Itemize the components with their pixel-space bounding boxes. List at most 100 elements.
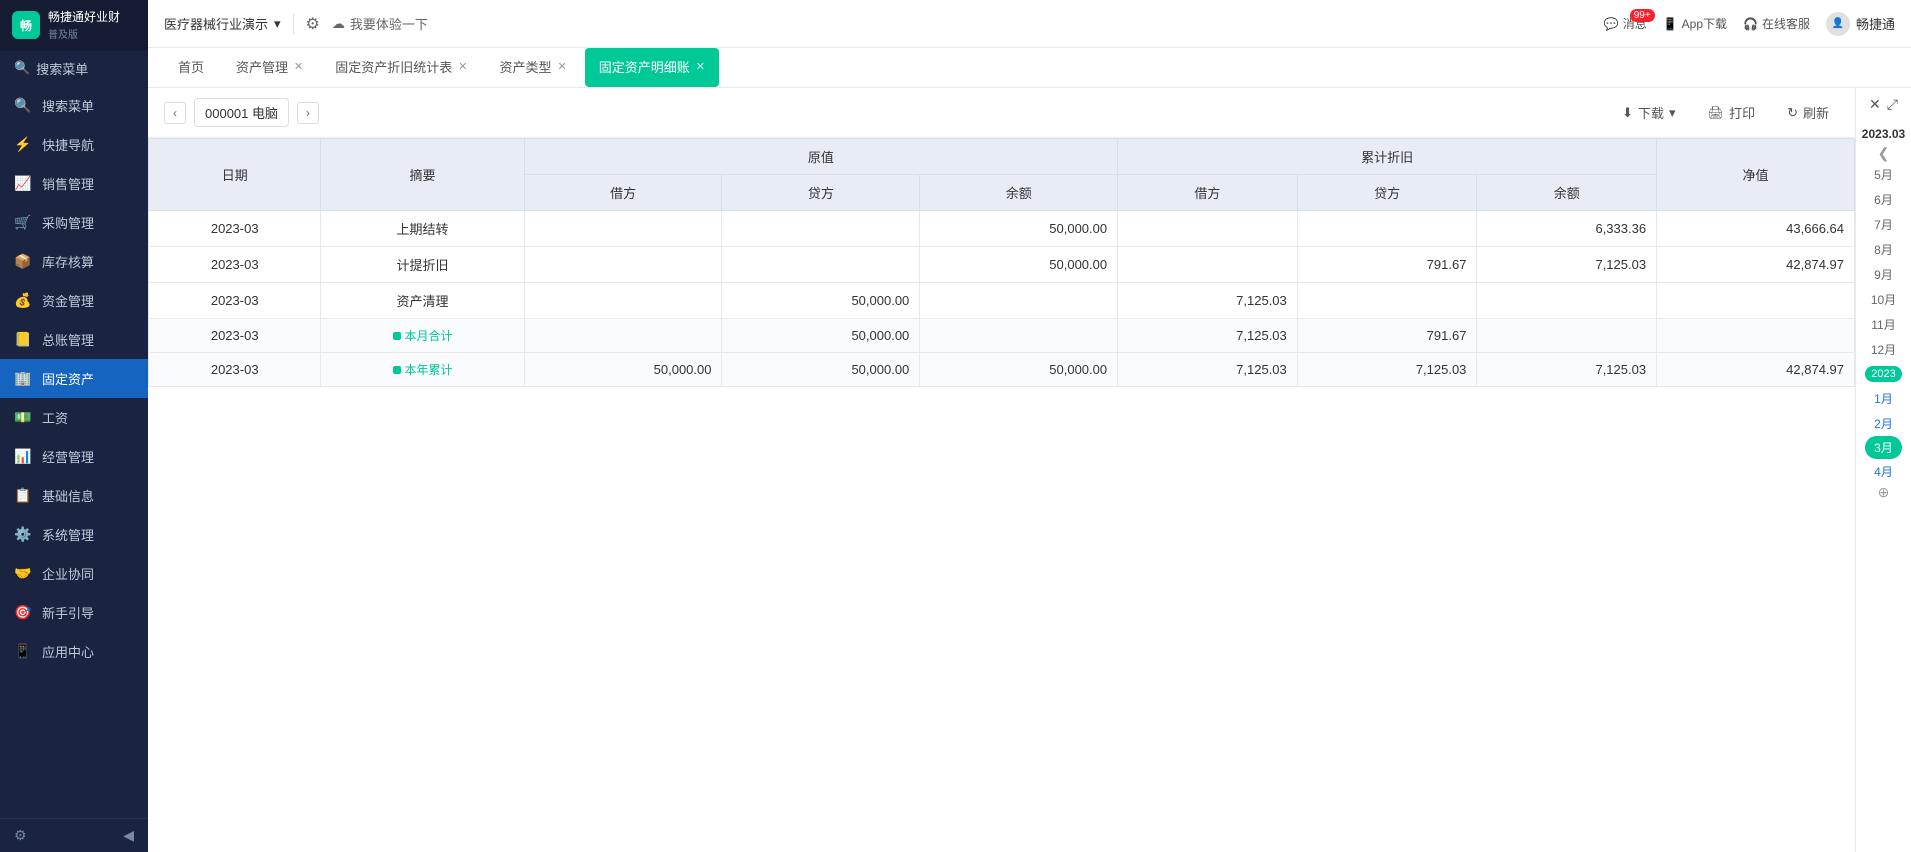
month-item[interactable]: 12月 [1865, 337, 1901, 362]
month-item[interactable]: 1月 [1865, 386, 1901, 411]
month-item[interactable]: 7月 [1865, 212, 1901, 237]
sidebar-item-sales[interactable]: 📈 销售管理 [0, 164, 148, 203]
col-orig-credit: 贷方 [722, 175, 920, 211]
month-item[interactable]: 5月 [1865, 162, 1901, 187]
tag-label: 本年累计 [393, 361, 453, 378]
tab-asset-manage[interactable]: 资产管理 ✕ [222, 48, 317, 87]
app-download-btn[interactable]: 📱 App下载 [1663, 15, 1727, 32]
cell-dep-credit [1297, 283, 1477, 319]
month-item[interactable]: 2月 [1865, 411, 1901, 436]
collapse-icon[interactable]: ◀ [123, 827, 134, 844]
tab-asset-detail[interactable]: 固定资产明细账 ✕ [585, 48, 719, 87]
sidebar-item-payroll[interactable]: 💵 工资 [0, 398, 148, 437]
sidebar-item-quick-nav[interactable]: ⚡ 快捷导航 [0, 125, 148, 164]
close-panel-btn[interactable]: ✕ [1869, 96, 1881, 113]
refresh-btn[interactable]: ↻ 刷新 [1777, 99, 1839, 126]
toolbar-left: ‹ 000001 电脑 › [164, 98, 319, 127]
cell-orig-debit [524, 211, 722, 247]
tab-home[interactable]: 首页 [164, 48, 218, 87]
month-item[interactable]: 4月 [1865, 459, 1901, 484]
cell-dep-debit: 7,125.03 [1118, 353, 1298, 387]
company-selector[interactable]: 医疗器械行业演示 ▾ [164, 14, 281, 33]
sidebar-item-app-center[interactable]: 📱 应用中心 [0, 632, 148, 671]
tab-asset-detail-label: 固定资产明细账 [599, 57, 690, 76]
cell-dep-balance: 6,333.36 [1477, 211, 1657, 247]
year-label-top: 2023.03 [1862, 127, 1905, 141]
message-icon: 💬 [1604, 17, 1619, 31]
sidebar-item-guide[interactable]: 🎯 新手引导 [0, 593, 148, 632]
settings-icon[interactable]: ⚙ [306, 14, 320, 34]
sidebar-header: 畅 畅捷通好业财 普及版 [0, 0, 148, 51]
cell-dep-balance: 7,125.03 [1477, 247, 1657, 283]
cell-orig-balance: 50,000.00 [920, 211, 1118, 247]
download-btn[interactable]: ⬇ 下载 ▾ [1612, 99, 1685, 126]
cell-orig-balance [920, 319, 1118, 353]
col-date: 日期 [149, 139, 321, 211]
purchase-icon: 🛒 [14, 213, 32, 231]
expand-panel-btn[interactable]: ⤢ [1887, 96, 1898, 113]
table-row: 2023-03 本年累计 50,000.00 50,000.00 50,000.… [149, 353, 1855, 387]
sidebar-item-ledger[interactable]: 📒 总账管理 [0, 320, 148, 359]
panel-down-arrow[interactable]: ⊕ [1878, 484, 1890, 501]
desc-text: 上期结转 [397, 222, 449, 237]
settings-icon[interactable]: ⚙ [14, 827, 27, 844]
sidebar-version: 普及版 [48, 26, 120, 41]
cell-date: 2023-03 [149, 319, 321, 353]
close-icon[interactable]: ✕ [696, 60, 705, 73]
username: 畅捷通 [1856, 14, 1895, 33]
dropdown-arrow: ▾ [1669, 105, 1676, 121]
col-accum-dep: 累计折旧 [1118, 139, 1657, 175]
cell-dep-credit: 791.67 [1297, 319, 1477, 353]
dropdown-icon: ▾ [274, 16, 281, 32]
search-icon: 🔍 [14, 60, 30, 76]
print-label: 打印 [1729, 103, 1755, 122]
close-icon[interactable]: ✕ [458, 60, 467, 73]
cell-orig-debit [524, 319, 722, 353]
desc-text: 资产清理 [397, 294, 449, 309]
close-icon[interactable]: ✕ [294, 60, 303, 73]
prev-asset-btn[interactable]: ‹ [164, 102, 186, 124]
table-wrap: 日期 摘要 原值 累计折旧 净值 借方 贷方 余额 借方 贷方 余额 [148, 138, 1855, 852]
sidebar-item-fixed-assets[interactable]: 🏢 固定资产 [0, 359, 148, 398]
panel-controls: ✕ ⤢ [1869, 96, 1898, 113]
active-month-item[interactable]: 3月 [1865, 436, 1901, 459]
panel-up-arrow[interactable]: ❮ [1878, 145, 1890, 162]
cell-orig-credit [722, 211, 920, 247]
month-item[interactable]: 8月 [1865, 237, 1901, 262]
tab-depreciation-stats[interactable]: 固定资产折旧统计表 ✕ [321, 48, 481, 87]
download-label: 下载 [1638, 103, 1664, 122]
sidebar-item-label: 采购管理 [42, 213, 94, 232]
close-icon[interactable]: ✕ [558, 60, 567, 73]
sidebar-item-search[interactable]: 🔍 搜索菜单 [0, 86, 148, 125]
sidebar-item-capital[interactable]: 💰 资金管理 [0, 281, 148, 320]
month-item[interactable]: 9月 [1865, 262, 1901, 287]
cell-orig-credit: 50,000.00 [722, 319, 920, 353]
next-asset-btn[interactable]: › [297, 102, 319, 124]
cell-dep-credit: 7,125.03 [1297, 353, 1477, 387]
experience-btn[interactable]: ☁ 我要体验一下 [332, 14, 428, 33]
sidebar-nav: 🔍 搜索菜单 ⚡ 快捷导航 📈 销售管理 🛒 采购管理 📦 库存核算 💰 资金管… [0, 86, 148, 818]
user-menu[interactable]: 👤 畅捷通 [1826, 12, 1895, 36]
sidebar-item-inventory[interactable]: 📦 库存核算 [0, 242, 148, 281]
online-service-btn[interactable]: 🎧 在线客服 [1743, 15, 1810, 32]
table-row: 2023-03 资产清理 50,000.00 7,125.03 [149, 283, 1855, 319]
message-btn[interactable]: 💬 消息 99+ [1604, 15, 1647, 32]
month-list: 5月6月7月8月9月10月11月12月20231月2月3月4月 [1865, 162, 1901, 484]
sidebar-item-system[interactable]: ⚙️ 系统管理 [0, 515, 148, 554]
sidebar-item-operations[interactable]: 📊 经营管理 [0, 437, 148, 476]
sidebar-item-cooperation[interactable]: 🤝 企业协同 [0, 554, 148, 593]
month-item[interactable]: 10月 [1865, 287, 1901, 312]
cell-dep-balance [1477, 283, 1657, 319]
print-btn[interactable]: 🖨 打印 [1698, 99, 1766, 126]
topbar-right: 💬 消息 99+ 📱 App下载 🎧 在线客服 👤 畅捷通 [1604, 12, 1895, 36]
table-row: 2023-03 计提折旧 50,000.00 791.67 7,125.03 4… [149, 247, 1855, 283]
sidebar-item-basic-info[interactable]: 📋 基础信息 [0, 476, 148, 515]
search-menu[interactable]: 🔍 搜索菜单 [0, 51, 148, 86]
month-item[interactable]: 6月 [1865, 187, 1901, 212]
tab-asset-type[interactable]: 资产类型 ✕ [485, 48, 580, 87]
col-orig-balance: 余额 [920, 175, 1118, 211]
sidebar-item-purchase[interactable]: 🛒 采购管理 [0, 203, 148, 242]
cell-net: 42,874.97 [1657, 247, 1855, 283]
month-item[interactable]: 11月 [1865, 312, 1901, 337]
table-body: 2023-03 上期结转 50,000.00 6,333.36 43,666.6… [149, 211, 1855, 387]
